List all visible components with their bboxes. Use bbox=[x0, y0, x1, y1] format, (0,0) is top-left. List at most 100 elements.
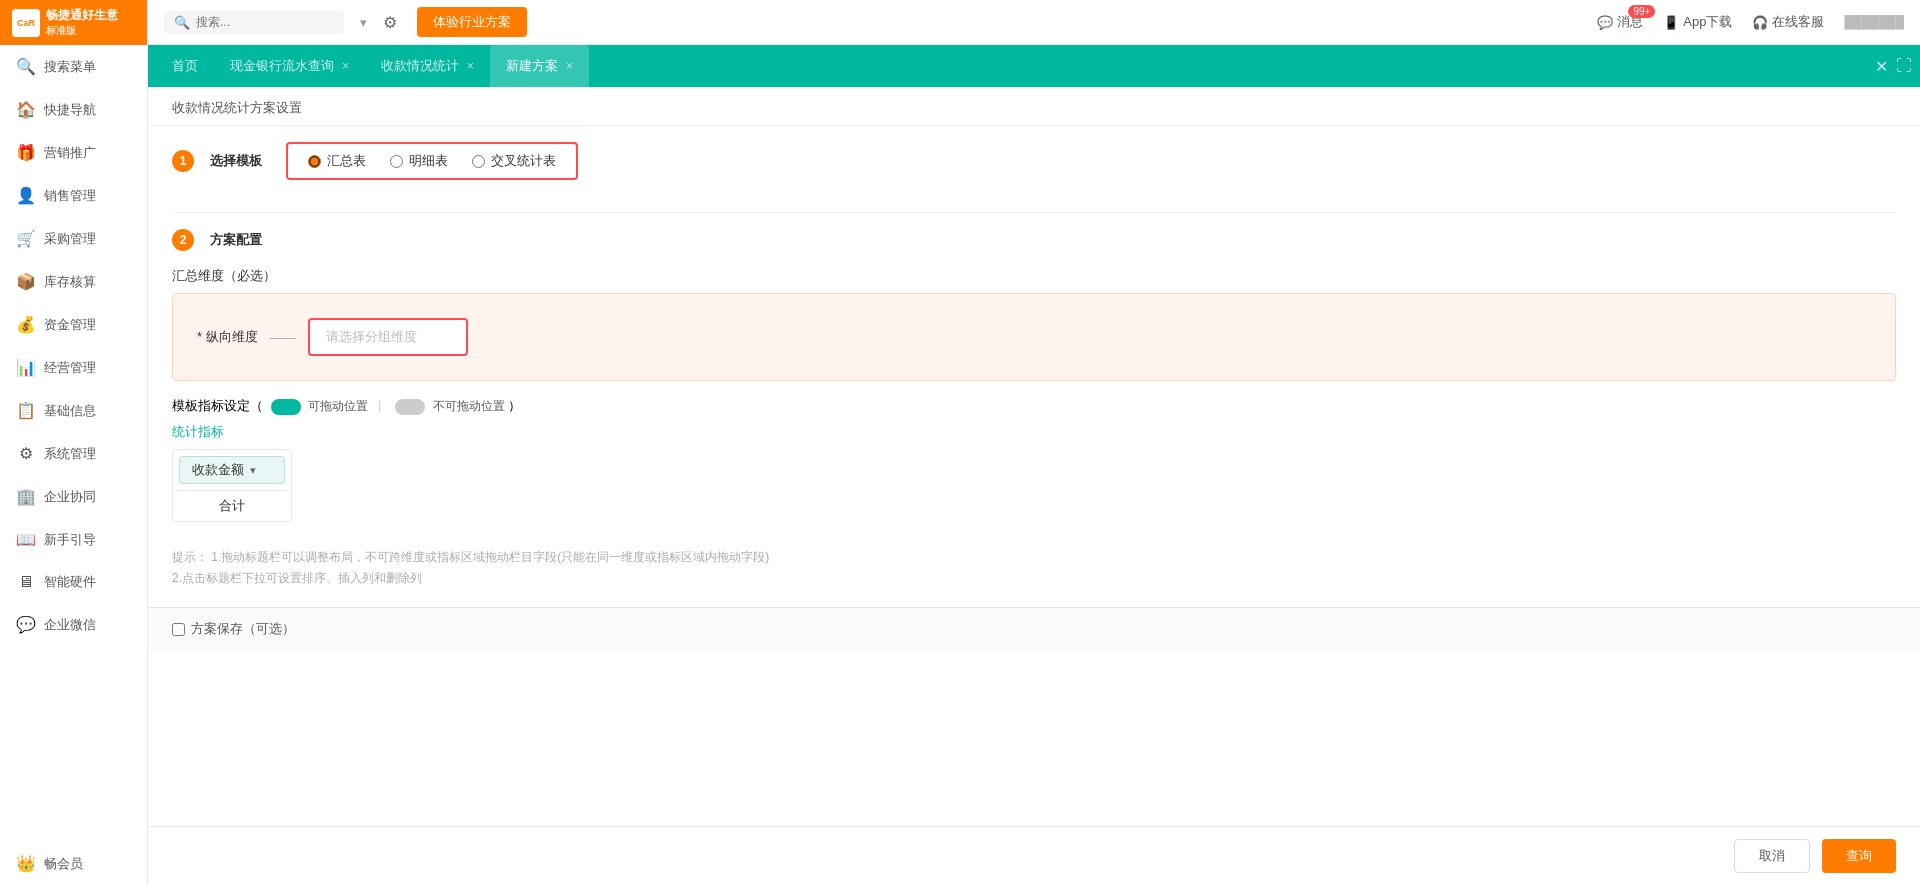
sidebar-item-label: 畅会员 bbox=[44, 855, 83, 873]
draggable-toggle[interactable] bbox=[271, 399, 301, 415]
chart-icon: 📊 bbox=[16, 358, 36, 377]
radio-summary-input[interactable] bbox=[308, 155, 321, 168]
draggable-label: 可拖动位置 bbox=[308, 399, 368, 413]
indicators-label: 统计指标 bbox=[172, 423, 292, 441]
sidebar-logo: CaR 畅捷通好生意 标准版 bbox=[0, 0, 147, 45]
tab-close-icon[interactable]: × bbox=[467, 59, 474, 73]
person-icon: 👤 bbox=[16, 186, 36, 205]
sidebar-item-label: 营销推广 bbox=[44, 144, 96, 162]
step1-number: 1 bbox=[172, 150, 194, 172]
template-select-box: 汇总表 明细表 交叉统计表 bbox=[286, 142, 578, 180]
vertical-dim-label: * 纵向维度 bbox=[197, 328, 258, 346]
save-plan-checkbox-label[interactable]: 方案保存（可选） bbox=[172, 620, 295, 638]
chevron-down-icon[interactable]: ▾ bbox=[360, 15, 367, 30]
sidebar-item-hardware[interactable]: 🖥 智能硬件 bbox=[0, 561, 147, 603]
radio-summary-label: 汇总表 bbox=[327, 152, 366, 170]
monitor-icon: 🖥 bbox=[16, 573, 36, 591]
radio-cross-input[interactable] bbox=[472, 155, 485, 168]
page-header: 收款情况统计方案设置 bbox=[148, 87, 1920, 126]
search-input[interactable] bbox=[196, 15, 316, 29]
tab-home[interactable]: 首页 bbox=[156, 45, 214, 87]
sidebar-item-quick-nav[interactable]: 🏠 快捷导航 bbox=[0, 88, 147, 131]
step2-row: 2 方案配置 bbox=[172, 229, 1896, 251]
sidebar-item-inventory[interactable]: 📦 库存核算 bbox=[0, 260, 147, 303]
radio-detail-input[interactable] bbox=[390, 155, 403, 168]
sidebar-item-label: 资金管理 bbox=[44, 316, 96, 334]
vertical-dim-row: * 纵向维度 —— 请选择分组维度 bbox=[197, 318, 468, 356]
sidebar-item-enterprise[interactable]: 🏢 企业协同 bbox=[0, 475, 147, 518]
sidebar-item-wechat[interactable]: 💬 企业微信 bbox=[0, 603, 147, 646]
sidebar-item-sales[interactable]: 👤 销售管理 bbox=[0, 174, 147, 217]
radio-detail[interactable]: 明细表 bbox=[390, 152, 448, 170]
gift-icon: 🎁 bbox=[16, 143, 36, 162]
radio-cross[interactable]: 交叉统计表 bbox=[472, 152, 556, 170]
footer: 方案保存（可选） bbox=[148, 607, 1920, 650]
sidebar-item-label: 快捷导航 bbox=[44, 101, 96, 119]
dimension-title: 汇总维度（必选） bbox=[172, 267, 1896, 285]
metrics-table: 统计指标 收款金额 ▾ 合计 bbox=[172, 423, 292, 525]
radio-detail-label: 明细表 bbox=[409, 152, 448, 170]
topbar-right: 💬 消息 99+ 📱 App下载 🎧 在线客服 ███████ bbox=[1597, 13, 1904, 31]
sidebar-item-basic[interactable]: 📋 基础信息 bbox=[0, 389, 147, 432]
sidebar-item-newbie[interactable]: 📖 新手引导 bbox=[0, 518, 147, 561]
cart-icon: 🛒 bbox=[16, 229, 36, 248]
tips-section: 提示： 1.拖动标题栏可以调整布局，不可跨维度或指标区域拖动栏目字段(只能在同一… bbox=[148, 541, 1920, 607]
group-dimension-select[interactable]: 请选择分组维度 bbox=[308, 318, 468, 356]
tab-cashflow[interactable]: 现金银行流水查询 × bbox=[214, 45, 365, 87]
messages-button[interactable]: 💬 消息 99+ bbox=[1597, 13, 1643, 31]
dimension-area: * 纵向维度 —— 请选择分组维度 bbox=[172, 293, 1896, 381]
sidebar-item-system[interactable]: ⚙ 系统管理 bbox=[0, 432, 147, 475]
tabbar: 首页 现金银行流水查询 × 收款情况统计 × 新建方案 × ✕ ⛶ bbox=[148, 45, 1920, 87]
metrics-total-row: 合计 bbox=[173, 490, 291, 521]
tip1: 提示： 1.拖动标题栏可以调整布局，不可跨维度或指标区域拖动栏目字段(只能在同一… bbox=[172, 549, 1896, 566]
metrics-settings-row: 模板指标设定（ 可拖动位置 | 不可拖动位置 ） bbox=[172, 397, 1896, 415]
chevron-down-icon: ▾ bbox=[250, 464, 256, 477]
cancel-button[interactable]: 取消 bbox=[1734, 839, 1810, 873]
close-window-icon[interactable]: ✕ bbox=[1875, 57, 1888, 76]
non-draggable-toggle[interactable] bbox=[395, 399, 425, 415]
sidebar-item-capital[interactable]: 💰 资金管理 bbox=[0, 303, 147, 346]
sidebar-item-label: 库存核算 bbox=[44, 273, 96, 291]
page-title: 收款情况统计方案设置 bbox=[172, 100, 302, 115]
sidebar-item-label: 系统管理 bbox=[44, 445, 96, 463]
crown-icon: 👑 bbox=[16, 854, 36, 873]
metrics-tag-amount[interactable]: 收款金额 ▾ bbox=[179, 456, 285, 484]
action-bar: 取消 查询 bbox=[148, 826, 1920, 885]
radio-summary[interactable]: 汇总表 bbox=[308, 152, 366, 170]
sidebar-item-label: 经营管理 bbox=[44, 359, 96, 377]
tab-collection[interactable]: 收款情况统计 × bbox=[365, 45, 490, 87]
sidebar-item-member[interactable]: 👑 畅会员 bbox=[0, 842, 147, 885]
settings-icon[interactable]: ⚙ bbox=[383, 13, 397, 32]
step1-row: 1 选择模板 汇总表 明细表 交叉统计表 bbox=[172, 142, 1896, 180]
headset-icon: 🎧 bbox=[1752, 15, 1768, 30]
query-button[interactable]: 查询 bbox=[1822, 839, 1896, 873]
tab-close-icon[interactable]: × bbox=[566, 59, 573, 73]
sidebar-item-label: 新手引导 bbox=[44, 531, 96, 549]
download-icon: 📱 bbox=[1663, 15, 1679, 30]
step1-section: 1 选择模板 汇总表 明细表 交叉统计表 bbox=[148, 126, 1920, 212]
sidebar-item-marketing[interactable]: 🎁 营销推广 bbox=[0, 131, 147, 174]
sidebar-item-search[interactable]: 🔍 搜索菜单 bbox=[0, 45, 147, 88]
non-draggable-label: 不可拖动位置 bbox=[433, 399, 505, 413]
chat-icon: 💬 bbox=[16, 615, 36, 634]
sidebar-item-purchase[interactable]: 🛒 采购管理 bbox=[0, 217, 147, 260]
logo-text: 畅捷通好生意 标准版 bbox=[46, 7, 118, 38]
trial-button[interactable]: 体验行业方案 bbox=[417, 7, 527, 37]
tab-newplan[interactable]: 新建方案 × bbox=[490, 45, 589, 87]
support-button[interactable]: 🎧 在线客服 bbox=[1752, 13, 1824, 31]
maximize-icon[interactable]: ⛶ bbox=[1896, 57, 1912, 75]
save-plan-checkbox[interactable] bbox=[172, 623, 185, 636]
metrics-tag-label: 收款金额 bbox=[192, 461, 244, 479]
tip2: 2.点击标题栏下拉可设置排序、插入列和删除列 bbox=[172, 570, 1896, 587]
download-button[interactable]: 📱 App下载 bbox=[1663, 13, 1732, 31]
building-icon: 🏢 bbox=[16, 487, 36, 506]
sidebar-item-label: 企业协同 bbox=[44, 488, 96, 506]
step1-label: 选择模板 bbox=[210, 152, 262, 170]
tab-close-icon[interactable]: × bbox=[342, 59, 349, 73]
topbar-search-box[interactable]: 🔍 bbox=[164, 11, 344, 34]
tab-label: 现金银行流水查询 bbox=[230, 57, 334, 75]
step2-number: 2 bbox=[172, 229, 194, 251]
sidebar-item-label: 搜索菜单 bbox=[44, 58, 96, 76]
metrics-box: 收款金额 ▾ 合计 bbox=[172, 449, 292, 522]
sidebar-item-operation[interactable]: 📊 经营管理 bbox=[0, 346, 147, 389]
